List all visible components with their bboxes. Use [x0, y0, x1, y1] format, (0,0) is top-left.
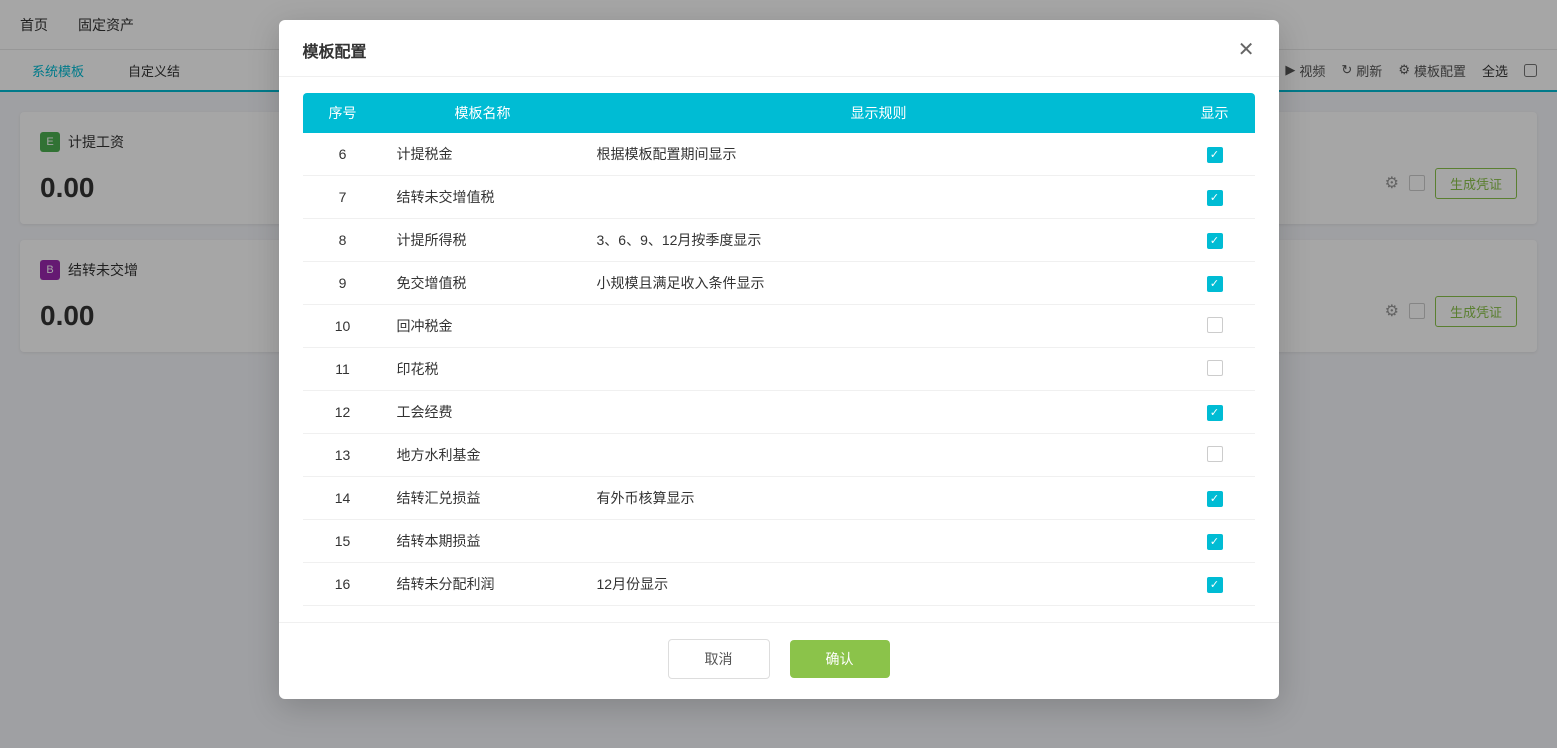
cell-checkbox[interactable]: [1175, 434, 1255, 477]
checkbox-checked[interactable]: [1207, 233, 1223, 249]
checkbox-checked[interactable]: [1207, 147, 1223, 163]
table-row: 14结转汇兑损益有外币核算显示: [303, 477, 1255, 520]
modal-footer: 取消 确认: [279, 622, 1279, 699]
cell-name: 地方水利基金: [383, 434, 583, 477]
cell-rule: 根据模板配置期间显示: [583, 133, 1175, 176]
cell-seq: 9: [303, 262, 383, 305]
cell-rule: [583, 348, 1175, 391]
checkbox-checked[interactable]: [1207, 276, 1223, 292]
cell-checkbox[interactable]: [1175, 176, 1255, 219]
cell-rule: [583, 305, 1175, 348]
cell-checkbox[interactable]: [1175, 133, 1255, 176]
cell-seq: 6: [303, 133, 383, 176]
checkbox-unchecked[interactable]: [1207, 360, 1223, 376]
cell-name: 工会经费: [383, 391, 583, 434]
checkbox-unchecked[interactable]: [1207, 446, 1223, 462]
checkbox-checked[interactable]: [1207, 534, 1223, 550]
col-seq: 序号: [303, 93, 383, 133]
confirm-button[interactable]: 确认: [790, 640, 890, 678]
checkbox-checked[interactable]: [1207, 491, 1223, 507]
cell-seq: 10: [303, 305, 383, 348]
cell-rule: 12月份显示: [583, 563, 1175, 606]
col-rule: 显示规则: [583, 93, 1175, 133]
checkbox-checked[interactable]: [1207, 577, 1223, 593]
cell-rule: 小规模且满足收入条件显示: [583, 262, 1175, 305]
col-show: 显示: [1175, 93, 1255, 133]
modal-title: 模板配置: [303, 38, 367, 62]
cell-rule: [583, 520, 1175, 563]
config-table: 序号 模板名称 显示规则 显示 6计提税金根据模板配置期间显示7结转未交增值税8…: [303, 93, 1255, 606]
cell-seq: 12: [303, 391, 383, 434]
cell-seq: 14: [303, 477, 383, 520]
cell-seq: 16: [303, 563, 383, 606]
cell-name: 结转汇兑损益: [383, 477, 583, 520]
cell-checkbox[interactable]: [1175, 262, 1255, 305]
cell-seq: 11: [303, 348, 383, 391]
modal-overlay: 模板配置 ✕ 序号 模板名称 显示规则 显示 6计提税金根据模板配置期间显示7结…: [0, 0, 1557, 748]
cell-checkbox[interactable]: [1175, 219, 1255, 262]
modal-header: 模板配置 ✕: [279, 20, 1279, 77]
table-row: 8计提所得税3、6、9、12月按季度显示: [303, 219, 1255, 262]
modal-close-button[interactable]: ✕: [1238, 40, 1255, 60]
cell-checkbox[interactable]: [1175, 563, 1255, 606]
table-row: 9免交增值税小规模且满足收入条件显示: [303, 262, 1255, 305]
template-config-modal: 模板配置 ✕ 序号 模板名称 显示规则 显示 6计提税金根据模板配置期间显示7结…: [279, 20, 1279, 699]
cell-rule: 有外币核算显示: [583, 477, 1175, 520]
cell-seq: 15: [303, 520, 383, 563]
table-row: 15结转本期损益: [303, 520, 1255, 563]
table-row: 10回冲税金: [303, 305, 1255, 348]
cell-seq: 8: [303, 219, 383, 262]
table-row: 11印花税: [303, 348, 1255, 391]
cell-name: 结转未交增值税: [383, 176, 583, 219]
checkbox-unchecked[interactable]: [1207, 317, 1223, 333]
table-row: 13地方水利基金: [303, 434, 1255, 477]
table-row: 7结转未交增值税: [303, 176, 1255, 219]
modal-body: 序号 模板名称 显示规则 显示 6计提税金根据模板配置期间显示7结转未交增值税8…: [279, 77, 1279, 622]
cell-rule: [583, 391, 1175, 434]
cancel-button[interactable]: 取消: [668, 639, 770, 679]
table-row: 16结转未分配利润12月份显示: [303, 563, 1255, 606]
cell-checkbox[interactable]: [1175, 477, 1255, 520]
cell-seq: 7: [303, 176, 383, 219]
cell-rule: [583, 176, 1175, 219]
cell-name: 计提所得税: [383, 219, 583, 262]
checkbox-checked[interactable]: [1207, 190, 1223, 206]
col-name: 模板名称: [383, 93, 583, 133]
cell-rule: 3、6、9、12月按季度显示: [583, 219, 1175, 262]
table-row: 6计提税金根据模板配置期间显示: [303, 133, 1255, 176]
cell-checkbox[interactable]: [1175, 391, 1255, 434]
cell-name: 结转本期损益: [383, 520, 583, 563]
cell-name: 结转未分配利润: [383, 563, 583, 606]
cell-seq: 13: [303, 434, 383, 477]
cell-name: 回冲税金: [383, 305, 583, 348]
cell-checkbox[interactable]: [1175, 305, 1255, 348]
cell-rule: [583, 434, 1175, 477]
checkbox-checked[interactable]: [1207, 405, 1223, 421]
cell-name: 免交增值税: [383, 262, 583, 305]
cell-checkbox[interactable]: [1175, 520, 1255, 563]
cell-name: 计提税金: [383, 133, 583, 176]
table-row: 12工会经费: [303, 391, 1255, 434]
cell-checkbox[interactable]: [1175, 348, 1255, 391]
cell-name: 印花税: [383, 348, 583, 391]
